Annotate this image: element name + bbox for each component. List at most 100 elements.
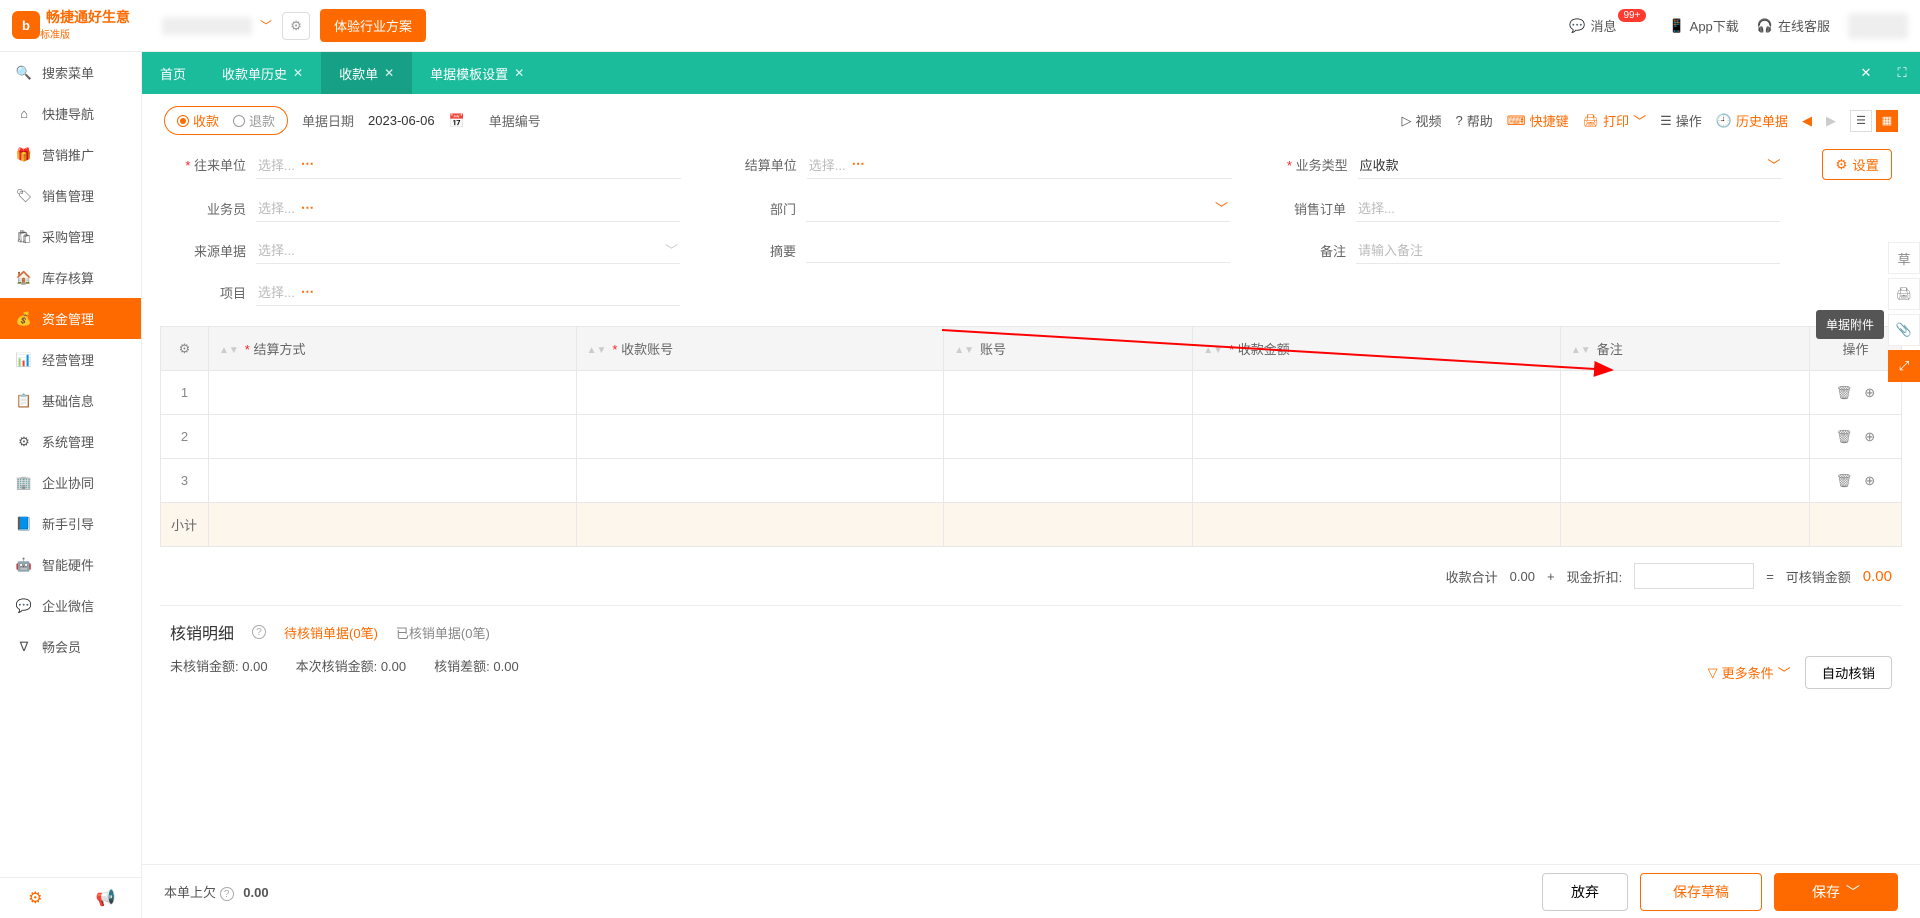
th-settle[interactable]: ▲▼结算方式	[209, 327, 577, 371]
next-doc-button[interactable]: ▶	[1826, 113, 1836, 129]
more-conditions-button[interactable]: ▽更多条件 ﹀	[1708, 663, 1791, 682]
shortcut-button[interactable]: ⌨快捷键	[1507, 111, 1569, 130]
cell-acct[interactable]	[576, 459, 944, 503]
cell-remark[interactable]	[1560, 459, 1809, 503]
sidebar-settings-button[interactable]: ⚙	[0, 878, 71, 918]
messages-link[interactable]: 💬 消息 99+	[1569, 16, 1650, 35]
view-list-button[interactable]: ☰	[1850, 110, 1872, 132]
cell-remark[interactable]	[1560, 371, 1809, 415]
th-acct[interactable]: ▲▼收款账号	[576, 327, 944, 371]
th-amount[interactable]: ▲▼收款金额	[1193, 327, 1561, 371]
cell-acct[interactable]	[576, 371, 944, 415]
radio-receive[interactable]: 收款	[177, 111, 219, 130]
rail-expand-button[interactable]: ⤢	[1888, 350, 1920, 382]
field-summary-input[interactable]	[806, 237, 1230, 263]
add-row-button[interactable]: ⊕	[1864, 429, 1875, 445]
ops-button[interactable]: ☰操作	[1660, 111, 1702, 130]
sidebar-item-5[interactable]: 🏠库存核算	[0, 257, 141, 298]
sidebar-item-11[interactable]: 📘新手引导	[0, 503, 141, 544]
help-icon[interactable]: ?	[252, 625, 266, 639]
more-icon[interactable]: ⋯	[301, 284, 316, 300]
sidebar-item-8[interactable]: 📋基础信息	[0, 380, 141, 421]
support-link[interactable]: 🎧 在线客服	[1757, 16, 1830, 35]
cell-remark[interactable]	[1560, 415, 1809, 459]
add-row-button[interactable]: ⊕	[1864, 473, 1875, 489]
delete-row-button[interactable]: 🗑	[1836, 473, 1853, 489]
cell-amount[interactable]	[1193, 415, 1561, 459]
sidebar-item-9[interactable]: ⚙系统管理	[0, 421, 141, 462]
settings-gear-button[interactable]: ⚙	[282, 12, 310, 40]
tab-fullscreen-button[interactable]: ⛶	[1884, 65, 1920, 81]
help-button[interactable]: ?帮助	[1456, 111, 1493, 130]
sidebar-item-1[interactable]: ⌂快捷导航	[0, 93, 141, 134]
save-draft-button[interactable]: 保存草稿	[1640, 873, 1762, 911]
user-avatar-blurred[interactable]	[1848, 13, 1908, 39]
tab-3[interactable]: 单据模板设置✕	[412, 52, 542, 94]
field-dept-select[interactable]: ﹀	[806, 194, 1230, 222]
cell-acct[interactable]	[576, 415, 944, 459]
cell-acctno[interactable]	[944, 415, 1193, 459]
more-icon[interactable]: ⋯	[301, 200, 316, 216]
table-row[interactable]: 2🗑⊕	[161, 415, 1902, 459]
cell-settle[interactable]	[209, 415, 577, 459]
sidebar-item-3[interactable]: 🏷销售管理	[0, 175, 141, 216]
radio-refund[interactable]: 退款	[233, 111, 275, 130]
field-remark-input[interactable]: 请输入备注	[1356, 236, 1780, 264]
sidebar-collapse-button[interactable]: 📢	[71, 878, 142, 918]
print-button[interactable]: 🖨打印 ﹀	[1583, 111, 1647, 130]
sidebar-item-13[interactable]: 💬企业微信	[0, 585, 141, 626]
field-salesman-input[interactable]: 选择...⋯	[256, 194, 680, 222]
cell-settle[interactable]	[209, 371, 577, 415]
tab-pending[interactable]: 待核销单据(0笔)	[284, 623, 378, 642]
tenant-selector[interactable]: ﹀	[162, 17, 272, 35]
close-icon[interactable]: ✕	[514, 66, 524, 80]
app-download-link[interactable]: 📱 App下载	[1668, 16, 1738, 35]
cell-settle[interactable]	[209, 459, 577, 503]
field-salesorder-input[interactable]: 选择...	[1356, 194, 1780, 222]
field-source-select[interactable]: 选择...﹀	[256, 236, 680, 264]
cell-acctno[interactable]	[944, 371, 1193, 415]
more-icon[interactable]: ⋯	[301, 156, 316, 172]
cell-amount[interactable]	[1193, 371, 1561, 415]
industry-plan-button[interactable]: 体验行业方案	[320, 9, 426, 42]
field-settle-input[interactable]: 选择...⋯	[807, 151, 1232, 179]
th-gear[interactable]: ⚙	[161, 327, 209, 371]
field-biztype-select[interactable]: 应收款﹀	[1358, 151, 1783, 179]
view-form-button[interactable]: ▦	[1876, 110, 1898, 132]
tab-0[interactable]: 首页	[142, 52, 204, 94]
rail-print-button[interactable]: 🖨	[1888, 278, 1920, 310]
add-row-button[interactable]: ⊕	[1864, 385, 1875, 401]
close-icon[interactable]: ✕	[293, 66, 303, 80]
sidebar-item-10[interactable]: 🏢企业协同	[0, 462, 141, 503]
discard-button[interactable]: 放弃	[1542, 873, 1628, 911]
more-icon[interactable]: ⋯	[852, 156, 867, 172]
sidebar-item-7[interactable]: 📊经营管理	[0, 339, 141, 380]
table-row[interactable]: 1🗑⊕	[161, 371, 1902, 415]
rail-attachment-button[interactable]: 📎	[1888, 314, 1920, 346]
delete-row-button[interactable]: 🗑	[1836, 385, 1853, 401]
delete-row-button[interactable]: 🗑	[1836, 429, 1853, 445]
sidebar-item-0[interactable]: 🔍搜索菜单	[0, 52, 141, 93]
history-button[interactable]: 🕘历史单据	[1716, 111, 1788, 130]
calendar-icon[interactable]: 📅	[449, 113, 465, 129]
th-remark[interactable]: ▲▼备注	[1560, 327, 1809, 371]
th-acctno[interactable]: ▲▼账号	[944, 327, 1193, 371]
help-icon[interactable]: ?	[220, 887, 234, 901]
tab-2[interactable]: 收款单✕	[321, 52, 412, 94]
sidebar-item-4[interactable]: 🛍采购管理	[0, 216, 141, 257]
tab-close-all-button[interactable]: ✕	[1848, 65, 1884, 81]
sidebar-item-14[interactable]: ∇畅会员	[0, 626, 141, 667]
cell-acctno[interactable]	[944, 459, 1193, 503]
doc-date-value[interactable]: 2023-06-06	[368, 113, 435, 128]
close-icon[interactable]: ✕	[384, 66, 394, 80]
field-project-input[interactable]: 选择...⋯	[256, 278, 680, 306]
discount-input[interactable]	[1634, 563, 1754, 589]
tab-verified[interactable]: 已核销单据(0笔)	[396, 623, 490, 642]
rail-draft-button[interactable]: 草	[1888, 242, 1920, 274]
video-button[interactable]: ▷视频	[1402, 111, 1442, 130]
auto-verify-button[interactable]: 自动核销	[1805, 656, 1892, 689]
save-button[interactable]: 保存﹀	[1774, 873, 1898, 911]
table-row[interactable]: 3🗑⊕	[161, 459, 1902, 503]
sidebar-item-6[interactable]: 💰资金管理	[0, 298, 141, 339]
prev-doc-button[interactable]: ◀	[1802, 113, 1812, 129]
